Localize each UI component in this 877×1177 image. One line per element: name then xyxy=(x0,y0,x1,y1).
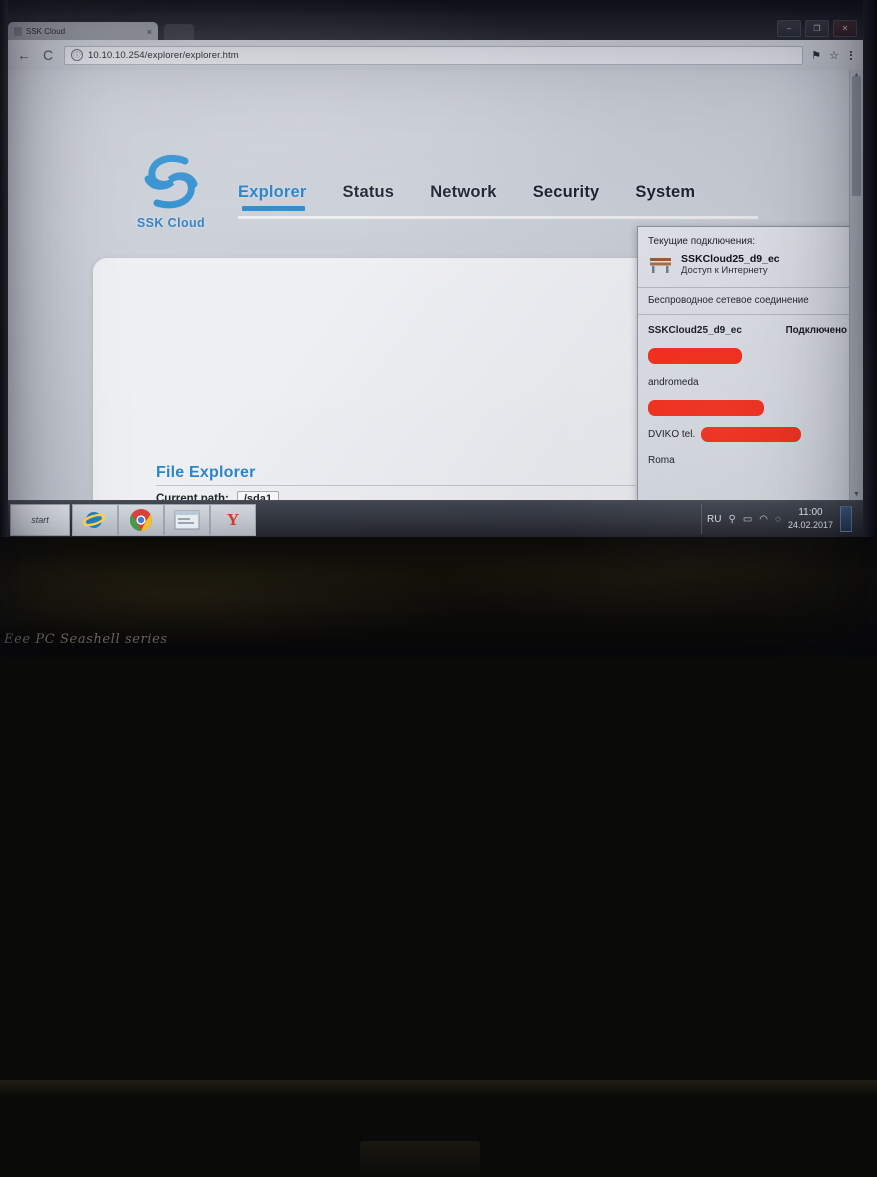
network-name: DVIKO tel. xyxy=(648,428,696,440)
keyboard-strip xyxy=(0,1080,877,1096)
ssk-swirl-icon xyxy=(144,154,198,209)
nav-item-system[interactable]: System xyxy=(635,183,695,214)
current-connection-item[interactable]: SSKCloud25_d9_ec Доступ к Интернету xyxy=(648,253,780,276)
screen-bezel-right xyxy=(863,0,877,540)
current-connections-section: Текущие подключения: ❄ SSKCloud25_d9_ec … xyxy=(638,227,863,288)
address-bar-url: 10.10.10.254/explorer/explorer.htm xyxy=(88,49,239,61)
network-name-redaction xyxy=(701,426,802,442)
wifi-flyout: Текущие подключения: ❄ SSKCloud25_d9_ec … xyxy=(637,226,863,500)
main-nav: Explorer Status Network Security System xyxy=(238,183,695,214)
wireless-section-header: Беспроводное сетевое соединение ▲ xyxy=(638,288,863,315)
nav-item-explorer[interactable]: Explorer xyxy=(238,183,307,214)
network-item[interactable]: Roma xyxy=(638,447,863,473)
address-bar[interactable]: ⓘ 10.10.10.254/explorer/explorer.htm xyxy=(64,45,804,65)
current-connections-label: Текущие подключения: xyxy=(648,236,756,247)
network-list: SSKCloud25_d9_ec Подключено andromeda DV… xyxy=(638,315,863,473)
current-connection-status: Доступ к Интернету xyxy=(681,265,768,277)
browser-toolbar: ← C ⓘ 10.10.10.254/explorer/explorer.htm… xyxy=(8,40,863,70)
window-icon xyxy=(174,510,200,530)
show-desktop-button[interactable] xyxy=(840,506,852,532)
current-path-row: Current path: /sda1 xyxy=(156,491,279,500)
screen-bezel-top xyxy=(0,0,877,18)
network-item[interactable]: DVIKO tel. xyxy=(638,421,863,447)
window-close-button[interactable]: ✕ xyxy=(833,20,857,37)
laptop-photo: SSK Cloud × – ❐ ✕ ← C ⓘ 10.10.10.254/exp… xyxy=(0,0,877,1177)
scroll-down-icon[interactable]: ▼ xyxy=(853,491,860,498)
language-indicator[interactable]: RU xyxy=(707,514,721,525)
network-item[interactable] xyxy=(638,395,863,421)
tray-icon-network[interactable]: ◠ xyxy=(759,514,768,525)
yandex-icon: Y xyxy=(226,510,240,529)
internet-explorer-icon xyxy=(83,512,106,528)
start-button[interactable]: start xyxy=(10,504,70,536)
network-name-redaction xyxy=(648,348,742,364)
nav-item-network[interactable]: Network xyxy=(430,183,497,214)
browser-tab[interactable]: SSK Cloud × xyxy=(8,22,158,41)
google-chrome-icon xyxy=(130,509,152,531)
ssk-cloud-logo: SSK Cloud xyxy=(126,152,216,230)
screen-bezel-left xyxy=(0,0,8,540)
taskbar-internet-explorer[interactable] xyxy=(72,504,118,536)
tab-close-icon[interactable]: × xyxy=(147,27,152,37)
tray-icon-user[interactable]: ⚲ xyxy=(728,514,735,525)
tab-title: SSK Cloud xyxy=(26,27,66,36)
browser-title-bar: SSK Cloud × – ❐ ✕ xyxy=(8,18,863,41)
scrollbar-thumb[interactable] xyxy=(852,76,861,196)
network-name: SSKCloud25_d9_ec xyxy=(648,324,742,336)
clock-date: 24.02.2017 xyxy=(787,519,833,530)
network-item[interactable]: SSKCloud25_d9_ec Подключено xyxy=(638,317,863,343)
window-minimize-button[interactable]: – xyxy=(777,20,801,37)
taskbar-clock[interactable]: 11:00 24.02.2017 xyxy=(788,507,833,531)
nav-item-status[interactable]: Status xyxy=(343,183,395,214)
windows-taskbar: start Y RU ⚲ ▭ ◠ ◌ 11:00 24.02.2017 xyxy=(8,500,863,538)
system-tray: RU ⚲ ▭ ◠ ◌ 11:00 24.02.2017 xyxy=(701,504,857,534)
current-path-label: Current path: xyxy=(156,493,229,500)
network-name: Roma xyxy=(648,454,675,466)
window-controls: – ❐ ✕ xyxy=(777,20,857,37)
reload-icon[interactable]: C xyxy=(40,47,56,63)
window-restore-button[interactable]: ❐ xyxy=(805,20,829,37)
page-title: File Explorer xyxy=(156,464,256,481)
site-info-icon[interactable]: ⓘ xyxy=(71,49,83,61)
chrome-menu-icon[interactable] xyxy=(847,50,855,60)
taskbar-google-chrome[interactable] xyxy=(118,504,164,536)
tray-icon-battery[interactable]: ▭ xyxy=(743,514,752,525)
nav-underline-rule xyxy=(238,216,758,219)
back-icon[interactable]: ← xyxy=(16,47,32,63)
trackpad xyxy=(360,1141,480,1177)
wireless-section-label: Беспроводное сетевое соединение xyxy=(648,295,809,306)
taskbar-file-window[interactable] xyxy=(164,504,210,536)
nav-item-security[interactable]: Security xyxy=(533,183,600,214)
bookmark-star-icon[interactable]: ☆ xyxy=(829,49,839,62)
page-scrollbar[interactable]: ▲ ▼ xyxy=(849,70,863,500)
laptop-screen: SSK Cloud × – ❐ ✕ ← C ⓘ 10.10.10.254/exp… xyxy=(8,18,863,538)
tab-favicon xyxy=(14,27,22,36)
laptop-brand-label: Eee PC Seashell series xyxy=(4,632,168,647)
network-item[interactable] xyxy=(638,343,863,369)
page-viewport: SSK Cloud Explorer Status Network Securi… xyxy=(8,70,863,500)
network-state: Подключено xyxy=(785,324,847,336)
title-divider xyxy=(156,485,636,486)
file-explorer-card: File Explorer Current path: /sda1 Back +… xyxy=(93,258,653,500)
network-bench-icon xyxy=(650,258,671,273)
logo-text: SSK Cloud xyxy=(136,216,206,230)
network-name: andromeda xyxy=(648,376,699,388)
current-connection-name: SSKCloud25_d9_ec xyxy=(681,253,780,265)
current-path-value[interactable]: /sda1 xyxy=(236,491,279,500)
network-item[interactable]: andromeda xyxy=(638,369,863,395)
taskbar-yandex-browser[interactable]: Y xyxy=(210,504,256,536)
network-name-redaction xyxy=(648,400,764,416)
tray-icon-volume[interactable]: ◌ xyxy=(775,514,781,525)
new-tab-button[interactable] xyxy=(164,24,194,41)
clock-time: 11:00 xyxy=(798,507,823,519)
pin-icon[interactable]: ⚑ xyxy=(811,49,821,62)
